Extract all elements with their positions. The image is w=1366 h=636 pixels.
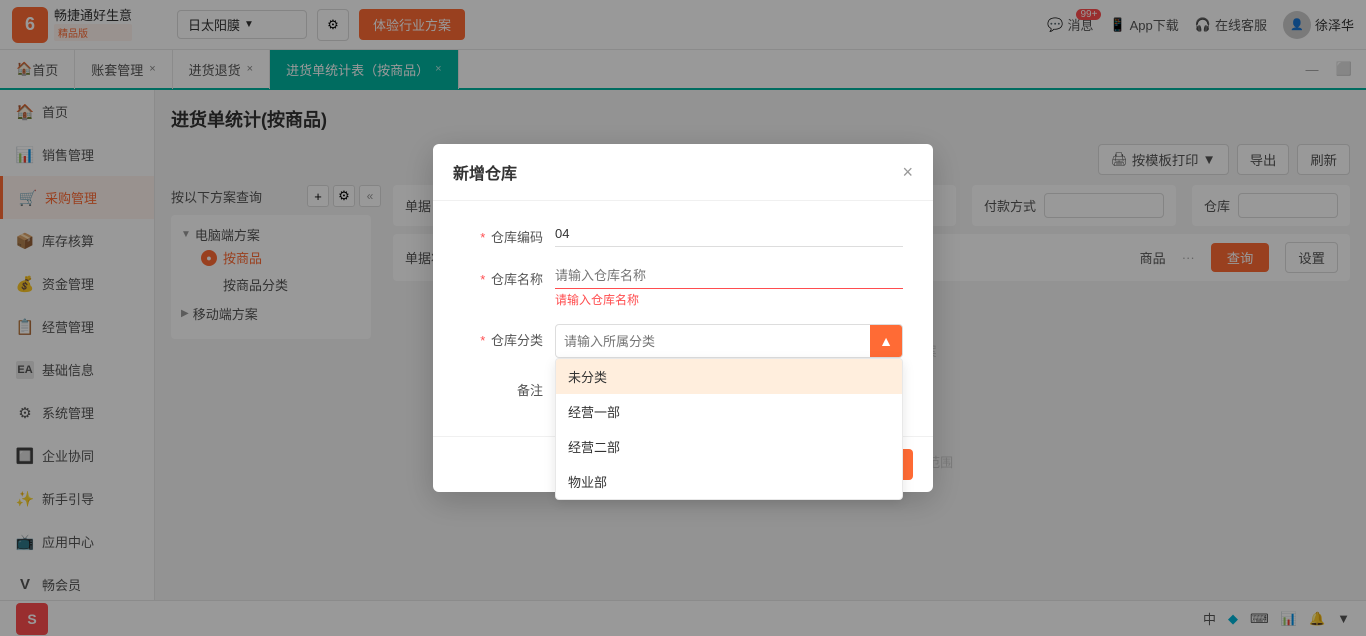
modal-overlay: 新增仓库 × * 仓库编码 * 仓库名称	[0, 0, 1366, 636]
modal-title: 新增仓库	[453, 160, 517, 184]
category-input-row: ▲	[555, 324, 903, 358]
category-input[interactable]	[556, 329, 870, 354]
category-label: * 仓库分类	[463, 324, 543, 349]
category-dropdown-toggle[interactable]: ▲	[870, 325, 902, 357]
dropdown-item-uncategorized[interactable]: 未分类	[556, 359, 902, 394]
dropdown-item-dept1[interactable]: 经营一部	[556, 394, 902, 429]
name-input-wrapper: 请输入仓库名称	[555, 263, 903, 308]
category-input-wrapper: ▲ 未分类 经营一部 经营二部 物业部	[555, 324, 903, 358]
modal-header: 新增仓库 ×	[433, 144, 933, 201]
name-error-msg: 请输入仓库名称	[555, 291, 903, 308]
category-form-row: * 仓库分类 ▲ 未分类 经营一部 经营二部 物业部	[463, 324, 903, 358]
name-input[interactable]	[555, 263, 903, 289]
code-input[interactable]	[555, 221, 903, 247]
dropdown-item-dept2[interactable]: 经营二部	[556, 429, 902, 464]
category-dropdown: 未分类 经营一部 经营二部 物业部	[555, 358, 903, 500]
name-form-row: * 仓库名称 请输入仓库名称	[463, 263, 903, 308]
dropdown-item-dept3[interactable]: 物业部	[556, 464, 902, 499]
name-label: * 仓库名称	[463, 263, 543, 288]
code-form-row: * 仓库编码	[463, 221, 903, 247]
code-input-wrapper	[555, 221, 903, 247]
add-warehouse-modal: 新增仓库 × * 仓库编码 * 仓库名称	[433, 144, 933, 492]
code-label: * 仓库编码	[463, 221, 543, 246]
modal-body: * 仓库编码 * 仓库名称 请输入仓库名称	[433, 201, 933, 436]
note-label: 备注	[463, 374, 543, 399]
modal-close-button[interactable]: ×	[902, 163, 913, 181]
